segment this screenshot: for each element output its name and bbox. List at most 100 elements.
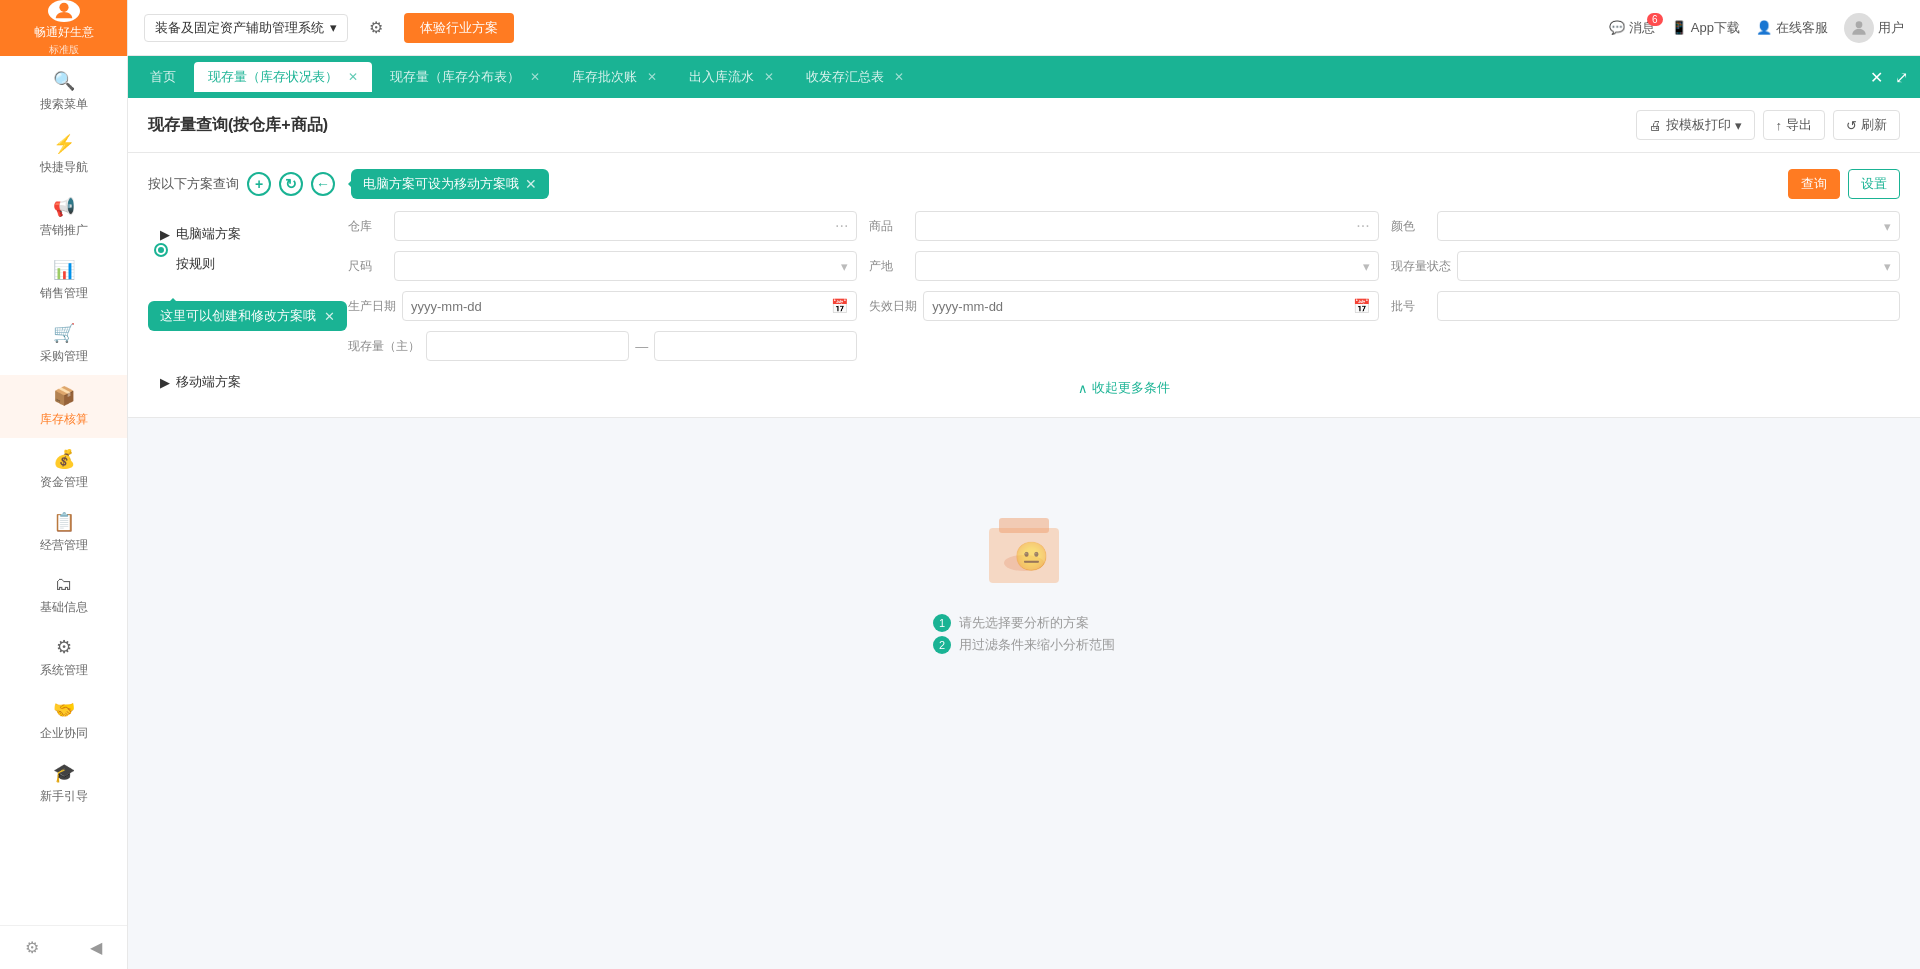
sidebar-item-sales[interactable]: 📊 销售管理 — [0, 249, 127, 312]
online-support-btn[interactable]: 👤 在线客服 — [1756, 19, 1828, 37]
pc-scheme-tooltip-close[interactable]: ✕ — [525, 176, 537, 192]
scheme-add-btn[interactable]: + — [247, 172, 271, 196]
warehouse-dots[interactable]: ··· — [835, 217, 848, 235]
goods-dots[interactable]: ··· — [1356, 217, 1369, 235]
search-execute-btn[interactable]: 查询 — [1788, 169, 1840, 199]
batch-no-input[interactable] — [1437, 291, 1900, 321]
export-btn[interactable]: ↑ 导出 — [1763, 110, 1826, 140]
scheme-mobile-expand[interactable]: ▶ 移动端方案 — [160, 367, 336, 397]
prod-date-text[interactable] — [411, 299, 825, 314]
color-dropdown-icon: ▾ — [1884, 219, 1891, 234]
sidebar-settings-btn[interactable]: ⚙ — [25, 938, 39, 957]
sidebar-label-marketing: 营销推广 — [40, 222, 88, 239]
sidebar-item-search[interactable]: 🔍 搜索菜单 — [0, 60, 127, 123]
tab-batch-account[interactable]: 库存批次账 ✕ — [558, 62, 671, 92]
scheme-back-btn[interactable]: ← — [311, 172, 335, 196]
tab-batch-account-label: 库存批次账 — [572, 68, 637, 86]
stock-status-input[interactable]: ▾ — [1457, 251, 1900, 281]
tab-home[interactable]: 首页 — [136, 62, 190, 92]
tab-close-all-btn[interactable]: ✕ — [1866, 64, 1887, 91]
system-selector[interactable]: 装备及固定资产辅助管理系统 ▾ — [144, 14, 348, 42]
finance-icon: 💰 — [53, 448, 75, 470]
page-actions: 🖨 按模板打印 ▾ ↑ 导出 ↺ 刷新 — [1636, 110, 1901, 140]
prod-date-input[interactable]: 📅 — [402, 291, 857, 321]
warehouse-input[interactable]: ··· — [394, 211, 857, 241]
logo-text: 畅通好生意 — [34, 24, 94, 41]
page-title: 现存量查询(按仓库+商品) — [148, 115, 328, 136]
user-label: 用户 — [1878, 19, 1904, 37]
sidebar-item-operation[interactable]: 📋 经营管理 — [0, 501, 127, 564]
expire-date-input[interactable]: 📅 — [923, 291, 1378, 321]
support-label: 在线客服 — [1776, 19, 1828, 37]
sidebar-item-purchase[interactable]: 🛒 采购管理 — [0, 312, 127, 375]
scheme-pc-default[interactable]: 按规则 — [148, 249, 328, 279]
warehouse-label: 仓库 — [348, 218, 388, 235]
tab-bar-actions: ✕ ⤢ — [1866, 64, 1912, 91]
origin-input[interactable]: ▾ — [915, 251, 1378, 281]
tab-expand-btn[interactable]: ⤢ — [1891, 64, 1912, 91]
sidebar-item-system[interactable]: ⚙ 系统管理 — [0, 626, 127, 689]
origin-label: 产地 — [869, 258, 909, 275]
tip-text-2: 用过滤条件来缩小分析范围 — [959, 636, 1115, 654]
field-color: 颜色 ▾ — [1391, 211, 1900, 241]
empty-tip-2: 2 用过滤条件来缩小分析范围 — [933, 636, 1115, 654]
tab-close-recv-summary[interactable]: ✕ — [894, 70, 904, 84]
sidebar-item-enterprise[interactable]: 🤝 企业协同 — [0, 689, 127, 752]
tab-recv-summary[interactable]: 收发存汇总表 ✕ — [792, 62, 918, 92]
export-label: 导出 — [1786, 116, 1812, 134]
tab-inventory-status[interactable]: 现存量（库存状况表） ✕ — [194, 62, 372, 92]
user-btn[interactable]: 用户 — [1844, 13, 1904, 43]
print-btn[interactable]: 🖨 按模板打印 ▾ — [1636, 110, 1755, 140]
sidebar-item-basic[interactable]: 🗂 基础信息 — [0, 564, 127, 626]
settings-btn[interactable]: ⚙ — [360, 12, 392, 44]
page-header: 现存量查询(按仓库+商品) 🖨 按模板打印 ▾ ↑ 导出 ↺ 刷新 — [128, 98, 1920, 153]
filter-row-3: 生产日期 📅 失效日期 📅 — [348, 291, 1900, 321]
color-input[interactable]: ▾ — [1437, 211, 1900, 241]
field-stock-status: 现存量状态 ▾ — [1391, 251, 1900, 281]
tab-close-inventory-dist[interactable]: ✕ — [530, 70, 540, 84]
tab-inout-flow[interactable]: 出入库流水 ✕ — [675, 62, 788, 92]
expire-date-text[interactable] — [932, 299, 1346, 314]
field-prod-date: 生产日期 📅 — [348, 291, 857, 321]
field-warehouse: 仓库 ··· — [348, 211, 857, 241]
main-area: 装备及固定资产辅助管理系统 ▾ ⚙ 体验行业方案 💬 消息 6 📱 App下载 … — [128, 0, 1920, 969]
industry-btn[interactable]: 体验行业方案 — [404, 13, 514, 43]
pc-scheme-tooltip: 电脑方案可设为移动方案哦 ✕ — [351, 169, 549, 199]
app-download-btn[interactable]: 📱 App下载 — [1671, 19, 1740, 37]
filter-label: 按以下方案查询 — [148, 175, 239, 193]
tab-close-inventory-status[interactable]: ✕ — [348, 70, 358, 84]
stock-qty-to[interactable] — [654, 331, 857, 361]
sidebar-item-finance[interactable]: 💰 资金管理 — [0, 438, 127, 501]
origin-dropdown-icon: ▾ — [1363, 259, 1370, 274]
stock-qty-range: — — [426, 331, 857, 361]
sidebar-item-inventory[interactable]: 📦 库存核算 — [0, 375, 127, 438]
stock-qty-from[interactable] — [426, 331, 629, 361]
marketing-icon: 📢 — [53, 196, 75, 218]
sidebar-collapse-btn[interactable]: ◀ — [90, 938, 102, 957]
scheme-refresh-btn[interactable]: ↻ — [279, 172, 303, 196]
goods-input[interactable]: ··· — [915, 211, 1378, 241]
refresh-btn[interactable]: ↺ 刷新 — [1833, 110, 1900, 140]
collapse-more-btn[interactable]: ∧ 收起更多条件 — [1078, 379, 1170, 397]
scheme-pc-expand[interactable]: ▶ 电脑端方案 — [148, 219, 328, 249]
tab-recv-summary-label: 收发存汇总表 — [806, 68, 884, 86]
sidebar-label-basic: 基础信息 — [40, 599, 88, 616]
tab-home-label: 首页 — [150, 68, 176, 86]
size-dropdown-icon: ▾ — [841, 259, 848, 274]
sidebar-item-marketing[interactable]: 📢 营销推广 — [0, 186, 127, 249]
scheme-tree: ▶ 电脑端方案 按规则 — [148, 211, 328, 287]
sidebar-item-guide[interactable]: 🎓 新手引导 — [0, 752, 127, 815]
expire-date-calendar-icon[interactable]: 📅 — [1353, 298, 1370, 314]
tab-close-batch-account[interactable]: ✕ — [647, 70, 657, 84]
tab-inventory-dist[interactable]: 现存量（库存分布表） ✕ — [376, 62, 554, 92]
tab-inout-flow-label: 出入库流水 — [689, 68, 754, 86]
edit-tooltip-close[interactable]: ✕ — [324, 309, 335, 324]
size-input[interactable]: ▾ — [394, 251, 857, 281]
prod-date-calendar-icon[interactable]: 📅 — [831, 298, 848, 314]
sidebar-item-quick[interactable]: ⚡ 快捷导航 — [0, 123, 127, 186]
tab-close-inout-flow[interactable]: ✕ — [764, 70, 774, 84]
message-btn[interactable]: 💬 消息 6 — [1609, 19, 1655, 37]
tip-text-1: 请先选择要分析的方案 — [959, 614, 1089, 632]
setting-execute-btn[interactable]: 设置 — [1848, 169, 1900, 199]
filter-row-2: 尺码 ▾ 产地 ▾ — [348, 251, 1900, 281]
